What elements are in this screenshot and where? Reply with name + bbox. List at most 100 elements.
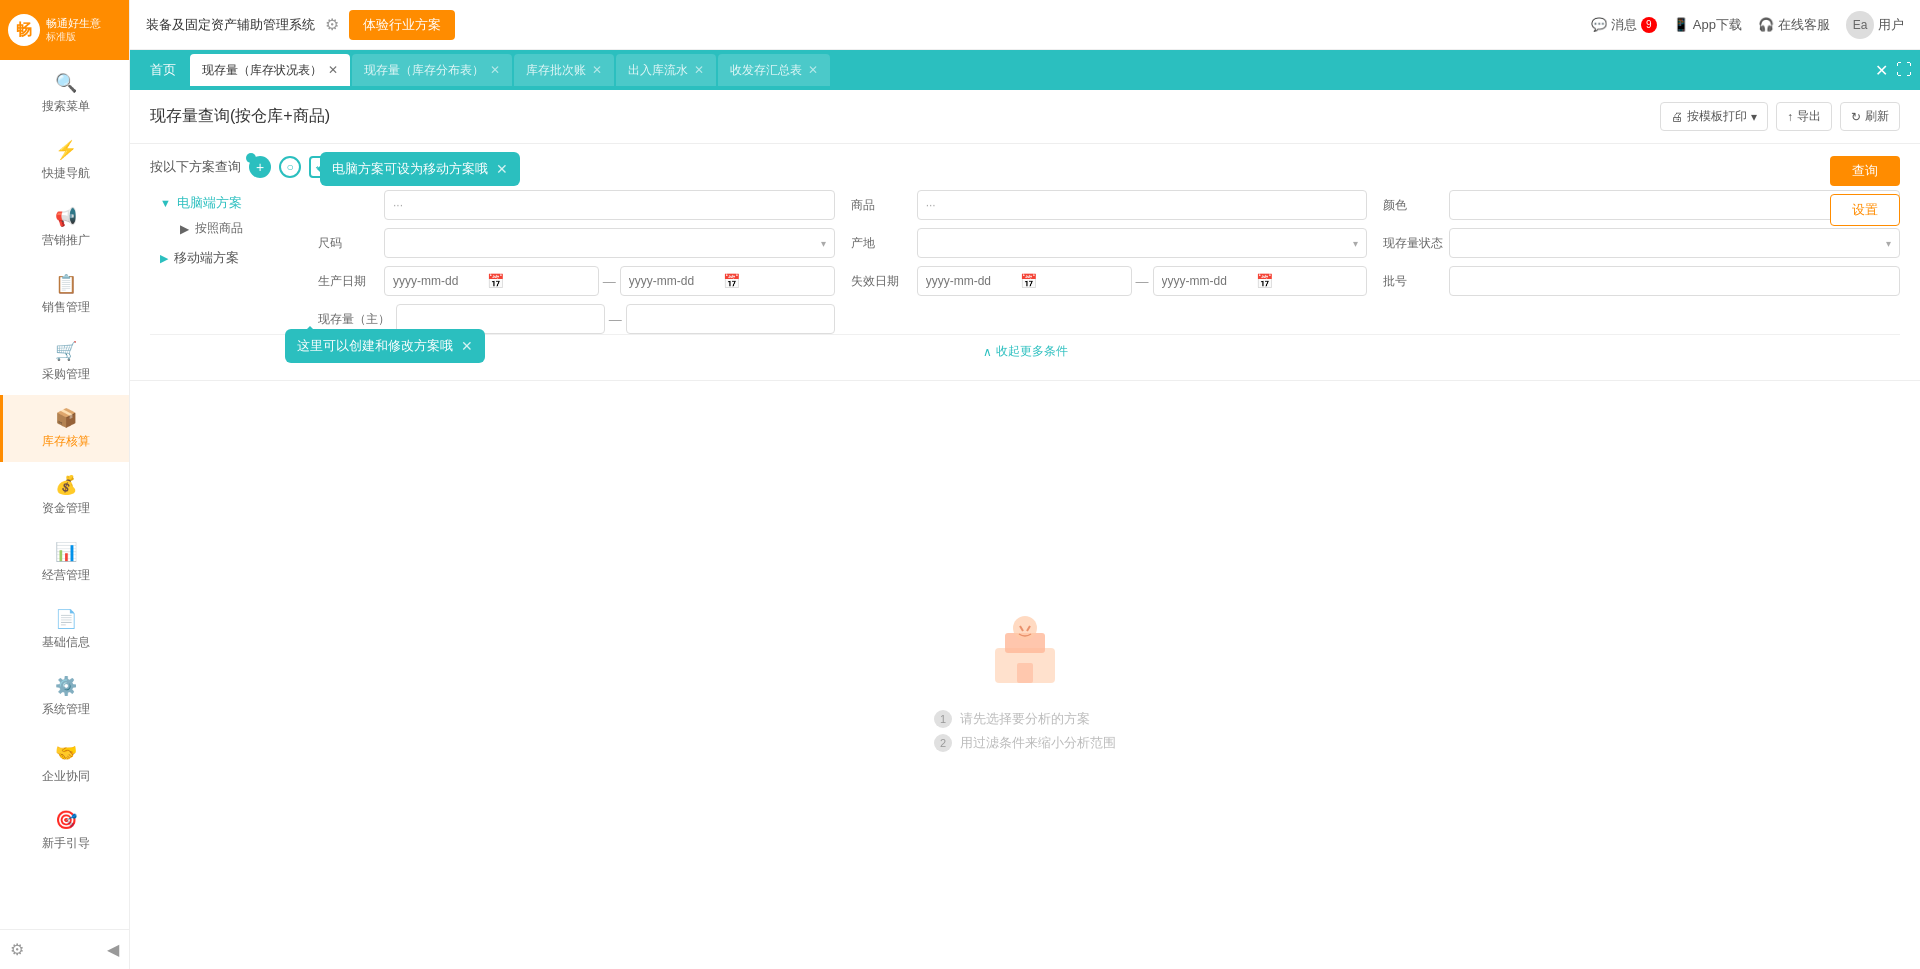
size-filter: 尺码 ▾ [318, 228, 835, 258]
pc-scheme-node[interactable]: ▼ 电脑端方案 [160, 190, 310, 216]
content-area: 现存量查询(按仓库+商品) 🖨 按模板打印 ▾ ↑ 导出 ↻ 刷新 [130, 90, 1920, 969]
sidebar-item-search[interactable]: 🔍 搜索菜单 [0, 60, 129, 127]
arrow-down-icon: ▼ [160, 197, 171, 209]
sidebar-item-basicinfo[interactable]: 📄 基础信息 [0, 596, 129, 663]
tooltip-1-text: 电脑方案可设为移动方案哦 [332, 160, 488, 178]
sales-icon: 📋 [55, 273, 77, 295]
sidebar-item-marketing[interactable]: 📢 营销推广 [0, 194, 129, 261]
set-button[interactable]: 设置 [1830, 194, 1900, 226]
step-2-text: 用过滤条件来缩小分析范围 [960, 734, 1116, 752]
tab-close-icon[interactable]: ✕ [490, 63, 500, 77]
warehouse-control[interactable]: ··· [384, 190, 835, 220]
sidebar-bottom: ⚙ ◀ [0, 929, 129, 969]
pc-scheme-label: 电脑端方案 [177, 194, 242, 212]
export-btn[interactable]: ↑ 导出 [1776, 102, 1832, 131]
close-all-tabs-icon[interactable]: ✕ [1875, 61, 1888, 80]
tab-inout-flow[interactable]: 出入库流水 ✕ [616, 54, 716, 86]
tooltip-1-close[interactable]: ✕ [496, 161, 508, 177]
sidebar-item-enterprise[interactable]: 🤝 企业协同 [0, 730, 129, 797]
pc-sub-bullet: ▶ [180, 222, 189, 236]
tab-inventory-dist[interactable]: 现存量（库存分布表） ✕ [352, 54, 512, 86]
prod-date-label: 生产日期 [318, 273, 378, 290]
mobile-scheme-node[interactable]: ▶ 移动端方案 [160, 245, 310, 271]
sidebar-item-purchase[interactable]: 🛒 采购管理 [0, 328, 129, 395]
filter-add-wrapper: + [249, 156, 271, 178]
refresh-btn[interactable]: ↻ 刷新 [1840, 102, 1900, 131]
expire-date-end-input[interactable] [1162, 274, 1252, 288]
search-icon: 🔍 [55, 72, 77, 94]
query-button[interactable]: 查询 [1830, 156, 1900, 186]
sidebar-item-operations[interactable]: 📊 经营管理 [0, 529, 129, 596]
prod-date-end[interactable]: 📅 [620, 266, 835, 296]
size-control[interactable]: ▾ [384, 228, 835, 258]
stock-status-control[interactable]: ▾ [1449, 228, 1900, 258]
expire-date-start-input[interactable] [926, 274, 1016, 288]
sidebar-item-label: 库存核算 [42, 433, 90, 450]
logo-text: 畅通好生意 [46, 16, 101, 30]
filter-title: 按以下方案查询 [150, 158, 241, 176]
batch-label: 批号 [1383, 273, 1443, 290]
message-badge: 9 [1641, 17, 1657, 33]
service-icon: 🎧 [1758, 17, 1774, 32]
empty-state: 1 请先选择要分析的方案 2 用过滤条件来缩小分析范围 [130, 381, 1920, 969]
sidebar-item-label: 搜索菜单 [42, 98, 90, 115]
size-caret-icon: ▾ [821, 238, 826, 249]
prod-date-start[interactable]: 📅 [384, 266, 599, 296]
tooltip-1: 电脑方案可设为移动方案哦 ✕ [320, 152, 520, 186]
tab-home[interactable]: 首页 [138, 54, 188, 86]
date-dash: — [603, 274, 616, 289]
tab-close-icon[interactable]: ✕ [694, 63, 704, 77]
goods-control[interactable]: ··· [917, 190, 1368, 220]
sidebar-item-inventory[interactable]: 📦 库存核算 [0, 395, 129, 462]
user-btn[interactable]: Ea 用户 [1846, 11, 1904, 39]
tab-close-icon[interactable]: ✕ [808, 63, 818, 77]
topbar-right: 💬 消息 9 📱 App下载 🎧 在线客服 Ea 用户 [1591, 11, 1904, 39]
service-btn[interactable]: 🎧 在线客服 [1758, 16, 1830, 34]
expire-date-end[interactable]: 📅 [1153, 266, 1368, 296]
prod-date-start-input[interactable] [393, 274, 483, 288]
print-btn[interactable]: 🖨 按模板打印 ▾ [1660, 102, 1768, 131]
sidebar-item-sales[interactable]: 📋 销售管理 [0, 261, 129, 328]
prod-date-filter: 生产日期 📅 — 📅 [318, 266, 835, 296]
sidebar-item-guide[interactable]: 🎯 新手引导 [0, 797, 129, 864]
stock-main-end[interactable] [626, 304, 835, 334]
topbar-gear-icon[interactable]: ⚙ [325, 15, 339, 34]
tooltip-2-close[interactable]: ✕ [461, 338, 473, 354]
tab-inventory-status[interactable]: 现存量（库存状况表） ✕ [190, 54, 350, 86]
tab-recv-summary[interactable]: 收发存汇总表 ✕ [718, 54, 830, 86]
app-download-btn[interactable]: 📱 App下载 [1673, 16, 1742, 34]
warehouse-filter: ··· [318, 190, 835, 220]
pc-sub-item[interactable]: ▶ 按照商品 [180, 216, 310, 241]
sidebar-item-quick[interactable]: ⚡ 快捷导航 [0, 127, 129, 194]
collapse-sidebar-icon[interactable]: ◀ [107, 940, 119, 959]
message-icon: 💬 [1591, 17, 1607, 32]
message-btn[interactable]: 💬 消息 9 [1591, 16, 1657, 34]
filter-main-row: ▼ 电脑端方案 ▶ 按照商品 ▶ 移动端方案 [150, 190, 1900, 334]
calendar-icon-3: 📅 [1020, 273, 1037, 289]
expire-date-start[interactable]: 📅 [917, 266, 1132, 296]
tab-close-icon[interactable]: ✕ [592, 63, 602, 77]
sidebar-item-system[interactable]: ⚙️ 系统管理 [0, 663, 129, 730]
prod-date-end-input[interactable] [629, 274, 719, 288]
step-1-text: 请先选择要分析的方案 [960, 710, 1090, 728]
sidebar: 畅 畅通好生意 标准版 🔍 搜索菜单 ⚡ 快捷导航 📢 营销推广 📋 销售管理 … [0, 0, 130, 969]
basicinfo-icon: 📄 [55, 608, 77, 630]
dot-indicator [246, 153, 256, 163]
industry-btn[interactable]: 体验行业方案 [349, 10, 455, 40]
batch-control[interactable] [1449, 266, 1900, 296]
empty-steps: 1 请先选择要分析的方案 2 用过滤条件来缩小分析范围 [934, 710, 1116, 752]
origin-control[interactable]: ▾ [917, 228, 1368, 258]
topbar: 装备及固定资产辅助管理系统 ⚙ 体验行业方案 💬 消息 9 📱 App下载 🎧 … [130, 0, 1920, 50]
origin-label: 产地 [851, 235, 911, 252]
sidebar-item-finance[interactable]: 💰 资金管理 [0, 462, 129, 529]
expand-icon[interactable]: ⛶ [1896, 61, 1912, 79]
tab-close-icon[interactable]: ✕ [328, 63, 338, 77]
tab-batch-ledger[interactable]: 库存批次账 ✕ [514, 54, 614, 86]
quick-icon: ⚡ [55, 139, 77, 161]
logo-sub: 标准版 [46, 30, 101, 44]
edit-scheme-btn[interactable]: ○ [279, 156, 301, 178]
filter-scheme-tree: ▼ 电脑端方案 ▶ 按照商品 ▶ 移动端方案 [150, 190, 310, 271]
tabs-bar: 首页 现存量（库存状况表） ✕ 现存量（库存分布表） ✕ 库存批次账 ✕ 出入库… [130, 50, 1920, 90]
filter-row-3: 生产日期 📅 — 📅 [318, 266, 1900, 296]
settings-bottom-icon[interactable]: ⚙ [10, 940, 24, 959]
